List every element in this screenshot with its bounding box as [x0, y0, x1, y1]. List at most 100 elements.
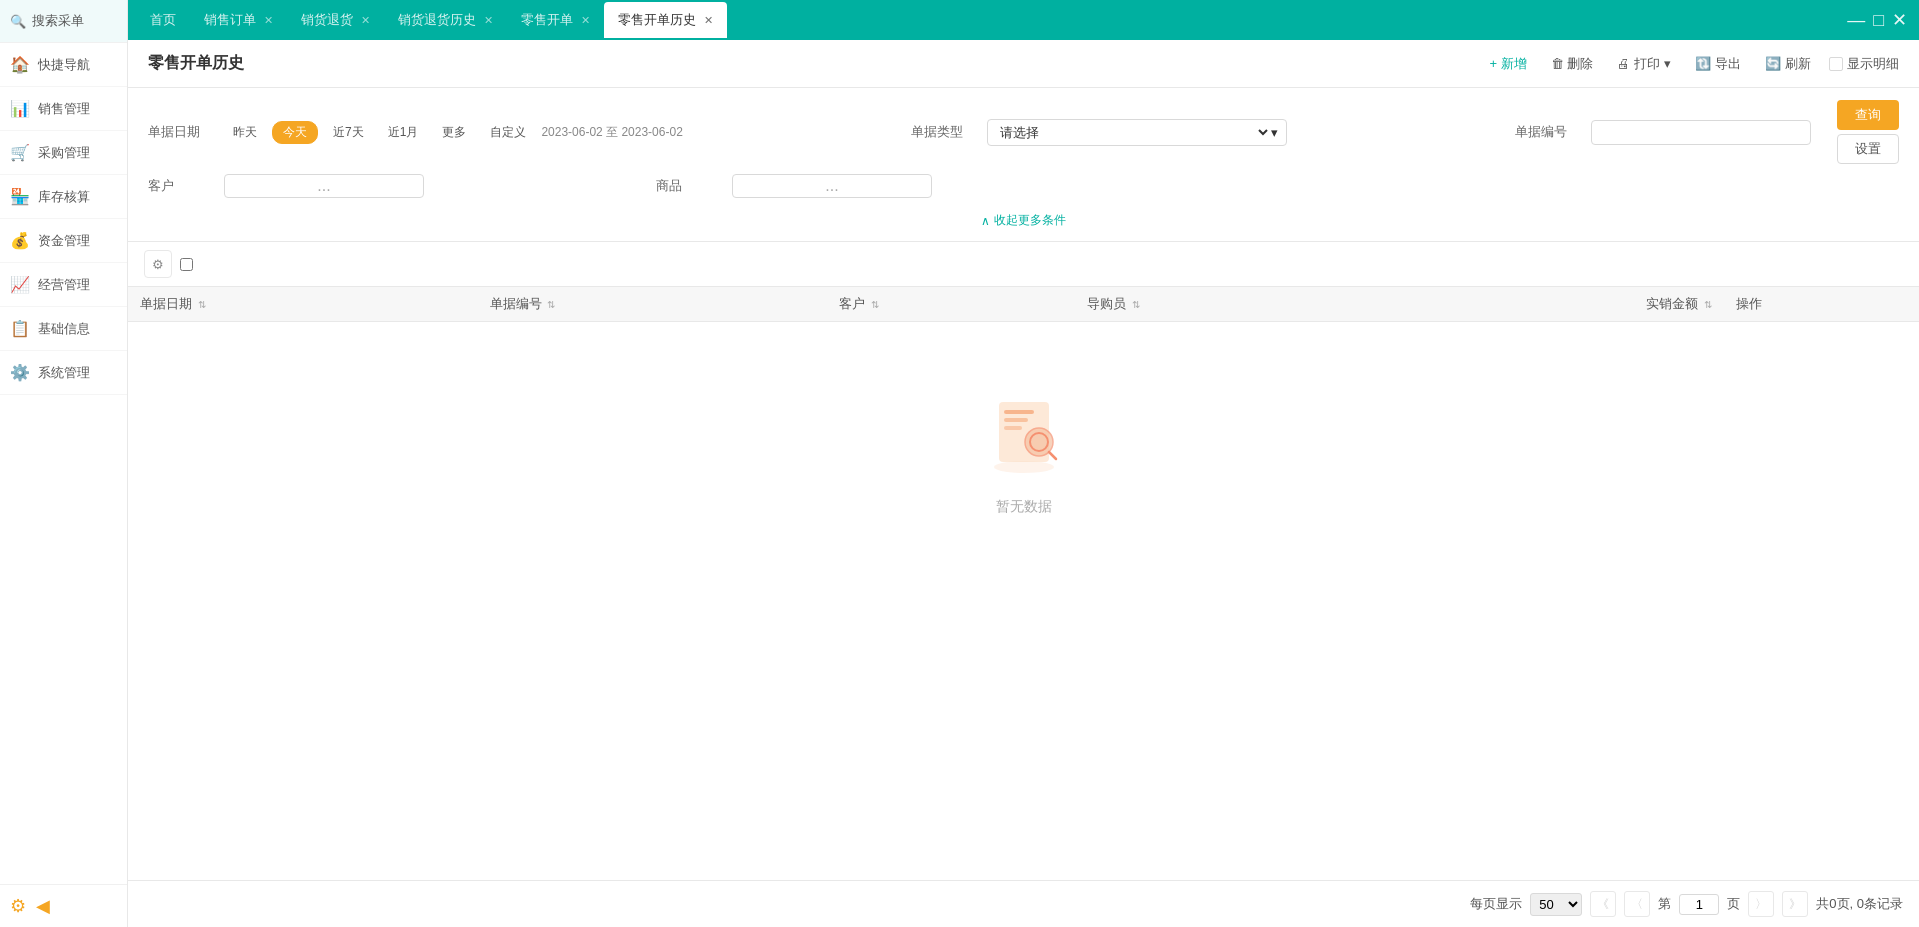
sort-no-icon[interactable]: ⇅ [547, 299, 555, 310]
maximize-button[interactable]: □ [1873, 10, 1884, 31]
sidebar-item-label: 资金管理 [38, 232, 90, 250]
tab-sales-return-label: 销货退货 [301, 11, 353, 29]
tab-home-label: 首页 [150, 11, 176, 29]
tab-sales-return-history-close[interactable]: ✕ [484, 14, 493, 27]
date-btn-today[interactable]: 今天 [272, 121, 318, 144]
select-all-checkbox[interactable] [180, 258, 193, 271]
minimize-button[interactable]: — [1847, 10, 1865, 31]
date-btn-custom[interactable]: 自定义 [481, 121, 535, 144]
refresh-icon: 🔄 [1765, 56, 1781, 71]
date-btn-more[interactable]: 更多 [433, 121, 475, 144]
filter-row-1: 单据日期 昨天 今天 近7天 近1月 更多 自定义 2023-06-02 至 2… [148, 100, 1899, 164]
table-section: ⚙ 单据日期 ⇅ 单据编号 ⇅ 客户 [128, 242, 1919, 927]
page-title: 零售开单历史 [148, 53, 244, 74]
col-salesperson: 导购员 ⇅ [1075, 287, 1374, 322]
page-number-input[interactable] [1679, 894, 1719, 915]
tab-sales-return-close[interactable]: ✕ [361, 14, 370, 27]
close-button[interactable]: ✕ [1892, 9, 1907, 31]
tab-retail-open-history-close[interactable]: ✕ [704, 14, 713, 27]
sidebar-search[interactable]: 🔍 搜索采单 [0, 0, 127, 43]
refresh-label: 刷新 [1785, 55, 1811, 73]
display-col-checkbox[interactable] [1829, 57, 1843, 71]
settings-button[interactable]: 设置 [1837, 134, 1899, 164]
tab-sales-order-close[interactable]: ✕ [264, 14, 273, 27]
sidebar: 🔍 搜索采单 🏠 快捷导航 📊 销售管理 🛒 采购管理 🏪 库存核算 💰 资金管… [0, 0, 128, 927]
page-label: 第 [1658, 895, 1671, 913]
collapse-more[interactable]: ∧ 收起更多条件 [148, 208, 1899, 229]
settings-gear-icon[interactable]: ⚙ [10, 895, 26, 917]
display-col-label: 显示明细 [1847, 55, 1899, 73]
sidebar-item-operations[interactable]: 📈 经营管理 [0, 263, 127, 307]
tab-sales-return-history[interactable]: 销货退货历史 ✕ [384, 2, 507, 38]
sort-date-icon[interactable]: ⇅ [198, 299, 206, 310]
sidebar-item-sys-mgmt[interactable]: ⚙️ 系统管理 [0, 351, 127, 395]
tab-sales-order[interactable]: 销售订单 ✕ [190, 2, 287, 38]
last-page-btn[interactable]: 》 [1782, 891, 1808, 917]
sidebar-item-purchase-mgmt[interactable]: 🛒 采购管理 [0, 131, 127, 175]
tab-sales-return[interactable]: 销货退货 ✕ [287, 2, 384, 38]
sidebar-item-label: 系统管理 [38, 364, 90, 382]
svg-rect-2 [1004, 410, 1034, 414]
toolbar: + 新增 🗑 删除 🖨 打印 ▾ 🔃 导出 🔄 刷新 显示明细 [1484, 51, 1899, 77]
sidebar-item-finance[interactable]: 💰 资金管理 [0, 219, 127, 263]
svg-line-7 [1049, 452, 1056, 459]
sort-salesperson-icon[interactable]: ⇅ [1132, 299, 1140, 310]
print-dropdown-icon[interactable]: ▾ [1664, 56, 1671, 71]
refresh-button[interactable]: 🔄 刷新 [1759, 51, 1817, 77]
bill-no-input[interactable] [1591, 120, 1811, 145]
sidebar-item-quick-nav[interactable]: 🏠 快捷导航 [0, 43, 127, 87]
print-label: 🖨 打印 [1617, 55, 1660, 73]
goods-label: 商品 [656, 177, 716, 195]
collapse-sidebar-icon[interactable]: ◀ [36, 895, 50, 917]
tab-retail-open[interactable]: 零售开单 ✕ [507, 2, 604, 38]
search-icon: 🔍 [10, 14, 26, 29]
empty-state: 暂无数据 [128, 322, 1919, 576]
per-page-select[interactable]: 50 10 20 100 [1530, 893, 1582, 916]
empty-icon [974, 382, 1074, 482]
col-date: 单据日期 ⇅ [128, 287, 478, 322]
date-filter-label: 单据日期 [148, 123, 208, 141]
sidebar-item-label: 库存核算 [38, 188, 90, 206]
filter-section: 单据日期 昨天 今天 近7天 近1月 更多 自定义 2023-06-02 至 2… [128, 88, 1919, 242]
first-page-btn[interactable]: 《 [1590, 891, 1616, 917]
sort-customer-icon[interactable]: ⇅ [871, 299, 879, 310]
svg-point-0 [994, 461, 1054, 473]
query-button[interactable]: 查询 [1837, 100, 1899, 130]
col-no: 单据编号 ⇅ [478, 287, 828, 322]
sidebar-item-label: 销售管理 [38, 100, 90, 118]
date-btn-yesterday[interactable]: 昨天 [224, 121, 266, 144]
sys-icon: ⚙️ [10, 363, 30, 382]
date-btn-last-month[interactable]: 近1月 [379, 121, 428, 144]
sidebar-search-label: 搜索采单 [32, 12, 84, 30]
export-button[interactable]: 🔃 导出 [1689, 51, 1747, 77]
svg-rect-3 [1004, 418, 1028, 422]
tab-retail-open-history-label: 零售开单历史 [618, 11, 696, 29]
bill-type-dropdown[interactable]: 请选择 [996, 124, 1271, 141]
add-button[interactable]: + 新增 [1484, 51, 1533, 77]
goods-input[interactable]: ... [732, 174, 932, 198]
next-page-btn[interactable]: 〉 [1748, 891, 1774, 917]
add-label: + 新增 [1490, 55, 1527, 73]
sidebar-item-base-info[interactable]: 📋 基础信息 [0, 307, 127, 351]
customer-input[interactable]: ... [224, 174, 424, 198]
bill-type-select[interactable]: 请选择 ▾ [987, 119, 1287, 146]
tab-retail-open-label: 零售开单 [521, 11, 573, 29]
delete-button[interactable]: 🗑 删除 [1545, 51, 1600, 77]
tab-retail-open-history[interactable]: 零售开单历史 ✕ [604, 2, 727, 38]
print-button[interactable]: 🖨 打印 ▾ [1611, 51, 1677, 77]
total-info: 共0页, 0条记录 [1816, 895, 1903, 913]
base-info-icon: 📋 [10, 319, 30, 338]
tab-retail-open-close[interactable]: ✕ [581, 14, 590, 27]
sort-amount-icon[interactable]: ⇅ [1704, 299, 1712, 310]
export-label: 导出 [1715, 55, 1741, 73]
col-customer: 客户 ⇅ [827, 287, 1075, 322]
table-settings-icon[interactable]: ⚙ [144, 250, 172, 278]
date-btn-last7[interactable]: 近7天 [324, 121, 373, 144]
tab-home[interactable]: 首页 [136, 2, 190, 38]
display-col-toggle[interactable]: 显示明细 [1829, 55, 1899, 73]
prev-page-btn[interactable]: 〈 [1624, 891, 1650, 917]
sidebar-item-inventory[interactable]: 🏪 库存核算 [0, 175, 127, 219]
col-action: 操作 [1724, 287, 1919, 322]
sidebar-item-label: 快捷导航 [38, 56, 90, 74]
sidebar-item-sales-mgmt[interactable]: 📊 销售管理 [0, 87, 127, 131]
